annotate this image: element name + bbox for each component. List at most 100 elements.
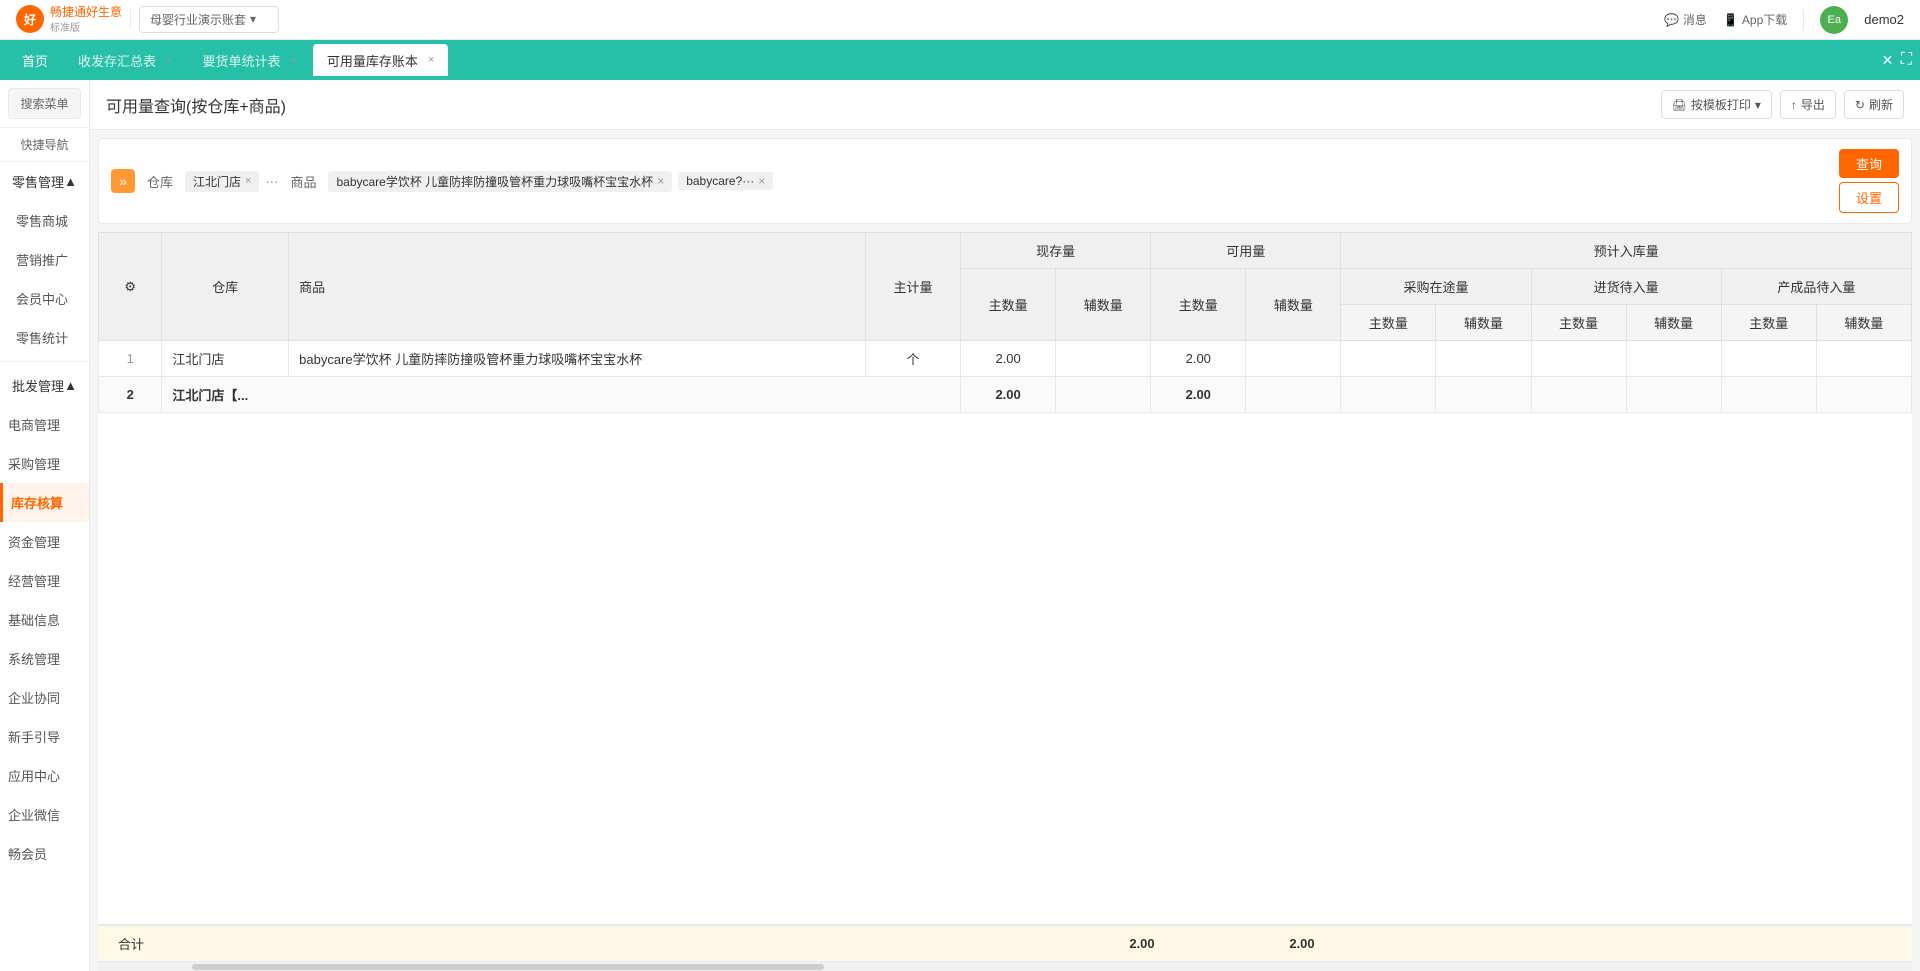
subtotal-purchase-main xyxy=(1341,377,1436,413)
sidebar-item-inventory[interactable]: 库存核算 xyxy=(0,483,89,522)
sidebar-label-basic-info: 基础信息 xyxy=(8,610,60,629)
sidebar-item-operations[interactable]: 经营管理 xyxy=(0,561,89,600)
warehouse-tag[interactable]: 江北门店 × xyxy=(185,171,259,192)
col-purchase-in-group: 采购在途量 xyxy=(1341,269,1531,305)
query-btn[interactable]: 查询 xyxy=(1839,149,1899,178)
sidebar-label-inventory: 库存核算 xyxy=(11,493,63,512)
industry-select[interactable]: 母婴行业演示账套 ▾ xyxy=(139,6,279,33)
print-btn[interactable]: 🖨 按模板打印 ▾ xyxy=(1661,90,1772,119)
warehouse-tag-remove[interactable]: × xyxy=(245,175,251,187)
sidebar-item-zero-retail[interactable]: 零售管理 ▲ xyxy=(0,162,89,201)
col-gear[interactable]: ⚙ xyxy=(99,233,162,341)
table-wrapper[interactable]: ⚙ 仓库 商品 主计量 现存量 可用量 预计入库量 主数量 辅数量 主数量 xyxy=(98,232,1912,924)
cell-warehouse-1: 江北门店 xyxy=(162,341,289,377)
sidebar-item-retail-mall[interactable]: 零售商城 xyxy=(0,201,89,240)
table-footer: 合计 2.00 2.00 xyxy=(98,924,1912,961)
setting-btn[interactable]: 设置 xyxy=(1839,182,1899,213)
table-row: 1 江北门店 babycare学饮杯 儿童防摔防撞吸管杯重力球吸嘴杯宝宝水杯 个… xyxy=(99,341,1912,377)
sidebar-item-finance[interactable]: 资金管理 xyxy=(0,522,89,561)
tab-available-stock-close[interactable]: × xyxy=(428,54,434,66)
horizontal-scrollbar[interactable] xyxy=(98,961,1912,971)
data-table: ⚙ 仓库 商品 主计量 现存量 可用量 预计入库量 主数量 辅数量 主数量 xyxy=(98,232,1912,413)
refresh-icon: ↻ xyxy=(1855,98,1865,112)
warehouse-more[interactable]: ··· xyxy=(265,174,278,189)
sidebar-item-new-guide[interactable]: 新手引导 xyxy=(0,717,89,756)
product-tag1-remove[interactable]: × xyxy=(657,174,664,188)
top-bar-left: 好 畅捷通好生意 标准版 母婴行业演示账套 ▾ xyxy=(16,5,279,34)
subtotal-pending-sub xyxy=(1626,377,1721,413)
filter-bar: » 仓库 江北门店 × ··· 商品 babycare学饮杯 儿童防摔防撞吸管杯… xyxy=(98,138,1912,224)
col-pending-in-group: 进货待入量 xyxy=(1531,269,1721,305)
sidebar-item-retail-stats[interactable]: 零售统计 xyxy=(0,318,89,357)
sidebar-item-ecommerce[interactable]: 电商管理 xyxy=(0,405,89,444)
app-download-btn[interactable]: 📱 App下载 xyxy=(1723,11,1787,28)
export-btn[interactable]: ↑ 导出 xyxy=(1780,90,1836,119)
subtotal-num: 2 xyxy=(99,377,162,413)
col-product: 商品 xyxy=(289,233,866,341)
subtotal-product-sub xyxy=(1816,377,1911,413)
cell-stock-sub-1 xyxy=(1056,341,1151,377)
subtotal-pending-main xyxy=(1531,377,1626,413)
product-tags: babycare学饮杯 儿童防摔防撞吸管杯重力球吸嘴杯宝宝水杯 × babyca… xyxy=(328,171,773,192)
table-header-row1: ⚙ 仓库 商品 主计量 现存量 可用量 预计入库量 xyxy=(99,233,1912,269)
sidebar-item-vip[interactable]: 畅会员 xyxy=(0,834,89,873)
col-avail-sub: 辅数量 xyxy=(1246,269,1341,341)
sidebar-label-purchase: 采购管理 xyxy=(8,454,60,473)
logo-text-area: 畅捷通好生意 标准版 xyxy=(50,5,122,34)
subtotal-product-main xyxy=(1721,377,1816,413)
sidebar: 搜索菜单 快捷导航 零售管理 ▲ 零售商城 营销推广 会员中心 零售统计 批发管… xyxy=(0,80,90,971)
sidebar-label-retail-stats: 零售统计 xyxy=(16,328,68,347)
tab-receive[interactable]: 收发存汇总表 × xyxy=(64,44,186,76)
nav-right-btns: × ⛶ xyxy=(1882,50,1912,71)
product-tag2-remove[interactable]: × xyxy=(758,174,765,188)
warehouse-tags: 江北门店 × ··· xyxy=(185,171,278,192)
logo-area: 好 畅捷通好生意 标准版 xyxy=(16,5,122,34)
sidebar-item-basic-info[interactable]: 基础信息 xyxy=(0,600,89,639)
sidebar-item-marketing[interactable]: 营销推广 xyxy=(0,240,89,279)
tab-receive-close[interactable]: × xyxy=(166,54,172,66)
filter-expand-btn[interactable]: » xyxy=(111,169,135,193)
quick-nav-btn[interactable]: 快捷导航 xyxy=(0,128,89,162)
sidebar-item-app-center[interactable]: 应用中心 xyxy=(0,756,89,795)
search-menu-btn[interactable]: 搜索菜单 xyxy=(8,88,81,119)
scrollbar-thumb[interactable] xyxy=(192,964,824,970)
sidebar-item-member[interactable]: 会员中心 xyxy=(0,279,89,318)
sidebar-label-retail-mall: 零售商城 xyxy=(16,211,68,230)
tab-order-stats-close[interactable]: × xyxy=(290,54,296,66)
product-tag1[interactable]: babycare学饮杯 儿童防摔防撞吸管杯重力球吸嘴杯宝宝水杯 × xyxy=(328,171,672,192)
cell-product-sub-1 xyxy=(1816,341,1911,377)
sidebar-item-purchase[interactable]: 采购管理 xyxy=(0,444,89,483)
footer-stock-main: 2.00 xyxy=(1102,936,1182,951)
col-stock-main: 主数量 xyxy=(961,269,1056,341)
tab-available-stock[interactable]: 可用量库存账本 × xyxy=(313,44,448,76)
product-label: 商品 xyxy=(290,172,316,191)
sidebar-item-wholesale[interactable]: 批发管理 ▲ xyxy=(0,366,89,405)
warehouse-label: 仓库 xyxy=(147,172,173,191)
chevron-down-icon: ▾ xyxy=(250,12,256,26)
tab-order-stats[interactable]: 要货单统计表 × xyxy=(188,44,310,76)
cell-unit-1: 个 xyxy=(866,341,961,377)
tab-receive-label: 收发存汇总表 xyxy=(78,51,156,70)
sidebar-item-enterprise[interactable]: 企业协同 xyxy=(0,678,89,717)
username[interactable]: demo2 xyxy=(1864,12,1904,27)
message-btn[interactable]: 💬 消息 xyxy=(1664,11,1707,28)
logo-text: 畅捷通好生意 xyxy=(50,5,122,19)
content-area: 可用量查询(按仓库+商品) 🖨 按模板打印 ▾ ↑ 导出 ↻ 刷新 xyxy=(90,80,1920,971)
page-title: 可用量查询(按仓库+商品) xyxy=(106,93,286,117)
cell-product-1: babycare学饮杯 儿童防摔防撞吸管杯重力球吸嘴杯宝宝水杯 xyxy=(289,341,866,377)
close-all-btn[interactable]: × xyxy=(1882,50,1893,71)
sidebar-label-member: 会员中心 xyxy=(16,289,68,308)
subtotal-avail-sub xyxy=(1246,377,1341,413)
sidebar-item-system[interactable]: 系统管理 xyxy=(0,639,89,678)
sidebar-label-ecommerce: 电商管理 xyxy=(8,415,60,434)
subtotal-stock-sub xyxy=(1056,377,1151,413)
product-tag2[interactable]: babycare?··· × xyxy=(678,172,773,190)
refresh-btn[interactable]: ↻ 刷新 xyxy=(1844,90,1904,119)
col-product-main: 主数量 xyxy=(1721,305,1816,341)
sidebar-item-enterprise-wechat[interactable]: 企业微信 xyxy=(0,795,89,834)
tab-home[interactable]: 首页 xyxy=(8,44,62,76)
nav-tabs: 首页 收发存汇总表 × 要货单统计表 × 可用量库存账本 × × ⛶ xyxy=(0,40,1920,80)
col-stock-sub: 辅数量 xyxy=(1056,269,1151,341)
fullscreen-btn[interactable]: ⛶ xyxy=(1901,51,1912,69)
avatar[interactable]: Ea xyxy=(1820,6,1848,34)
